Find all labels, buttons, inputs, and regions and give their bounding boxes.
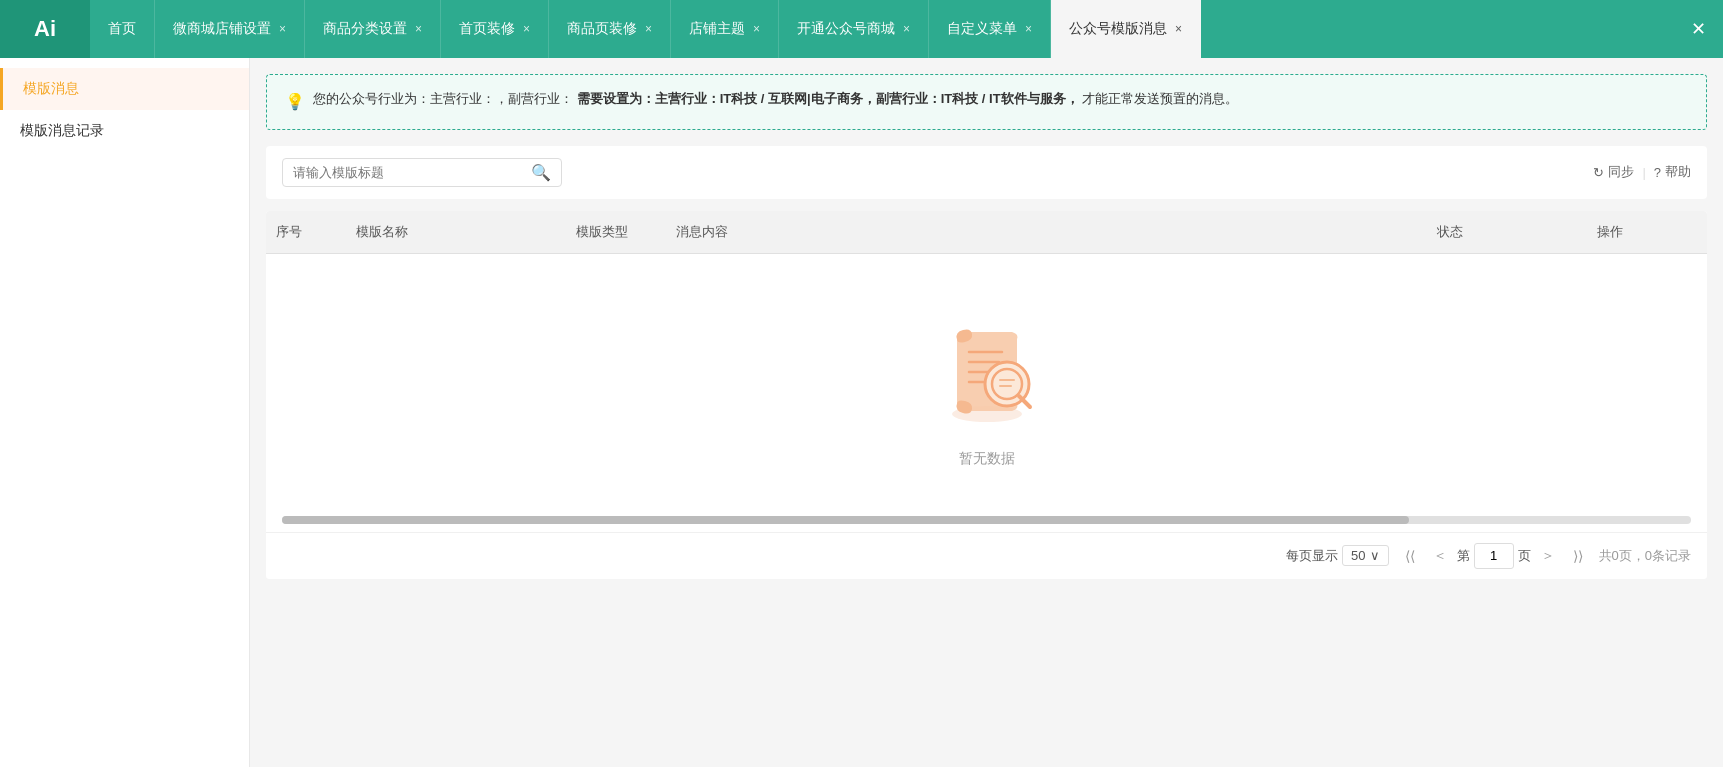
sidebar: 模版消息模版消息记录 [0, 58, 250, 767]
scrollbar-thumb[interactable] [282, 516, 1409, 524]
nav-tab-theme[interactable]: 店铺主题× [671, 0, 779, 58]
nav-tab-weshop[interactable]: 微商城店铺设置× [155, 0, 305, 58]
close-tab-icon[interactable]: × [753, 22, 760, 36]
close-all-button[interactable]: ✕ [1673, 0, 1723, 58]
nav-tab-homepage[interactable]: 首页装修× [441, 0, 549, 58]
sidebar-item-template-msg[interactable]: 模版消息 [0, 68, 249, 110]
col-header-name: 模版名称 [346, 211, 566, 253]
search-input-wrap[interactable]: 🔍 [282, 158, 562, 187]
logo: Ai [0, 0, 90, 58]
page-size-select: 每页显示 50 ∨ [1286, 545, 1388, 566]
search-bar: 🔍 ↻ 同步 | ? 帮助 [266, 146, 1707, 199]
next-page-button[interactable]: ＞ [1535, 543, 1561, 569]
page-size-label: 每页显示 [1286, 547, 1338, 565]
col-header-type: 模版类型 [566, 211, 666, 253]
sync-button[interactable]: ↻ 同步 [1593, 163, 1634, 181]
close-tab-icon[interactable]: × [645, 22, 652, 36]
main-layout: 模版消息模版消息记录 💡 您的公众号行业为：主营行业：，副营行业： 需要设置为：… [0, 58, 1723, 767]
page-unit: 页 [1518, 547, 1531, 565]
divider: | [1642, 165, 1645, 180]
search-button[interactable]: 🔍 [531, 163, 551, 182]
empty-text: 暂无数据 [959, 450, 1015, 468]
page-total: 共0页，0条记录 [1599, 547, 1691, 565]
col-header-status: 状态 [1427, 211, 1587, 253]
nav-tab-custom-menu[interactable]: 自定义菜单× [929, 0, 1051, 58]
nav-tab-productpage[interactable]: 商品页装修× [549, 0, 671, 58]
prev-page-button[interactable]: ＜ [1427, 543, 1453, 569]
nav-tab-template-msg[interactable]: 公众号模版消息× [1051, 0, 1201, 58]
sidebar-item-template-record[interactable]: 模版消息记录 [0, 110, 249, 152]
content-area: 💡 您的公众号行业为：主营行业：，副营行业： 需要设置为：主营行业：IT科技 /… [250, 58, 1723, 767]
nav-tabs: 首页微商城店铺设置×商品分类设置×首页装修×商品页装修×店铺主题×开通公众号商城… [90, 0, 1673, 58]
top-nav: Ai 首页微商城店铺设置×商品分类设置×首页装修×商品页装修×店铺主题×开通公众… [0, 0, 1723, 58]
empty-icon [927, 314, 1047, 434]
nav-tab-category[interactable]: 商品分类设置× [305, 0, 441, 58]
close-tab-icon[interactable]: × [1175, 22, 1182, 36]
scrollbar-wrap [266, 508, 1707, 532]
last-page-button[interactable]: ⟩⟩ [1565, 543, 1591, 569]
page-label: 第 [1457, 547, 1470, 565]
alert-text: 您的公众号行业为：主营行业：，副营行业： 需要设置为：主营行业：IT科技 / 互… [313, 89, 1238, 110]
alert-icon: 💡 [285, 89, 305, 115]
alert-box: 💡 您的公众号行业为：主营行业：，副营行业： 需要设置为：主营行业：IT科技 /… [266, 74, 1707, 130]
current-page-input[interactable] [1474, 543, 1514, 569]
close-tab-icon[interactable]: × [1025, 22, 1032, 36]
nav-tab-wechat-mall[interactable]: 开通公众号商城× [779, 0, 929, 58]
close-tab-icon[interactable]: × [523, 22, 530, 36]
dropdown-icon: ∨ [1370, 548, 1380, 563]
scrollbar-track[interactable] [282, 516, 1691, 524]
page-nav: ⟨⟨ ＜ 第 页 ＞ ⟩⟩ [1397, 543, 1591, 569]
table: 序号 模版名称 模版类型 消息内容 状态 操作 [266, 211, 1707, 579]
close-tab-icon[interactable]: × [279, 22, 286, 36]
table-header: 序号 模版名称 模版类型 消息内容 状态 操作 [266, 211, 1707, 254]
first-page-button[interactable]: ⟨⟨ [1397, 543, 1423, 569]
col-header-content: 消息内容 [666, 211, 1427, 253]
sync-icon: ↻ [1593, 165, 1604, 180]
col-header-no: 序号 [266, 211, 346, 253]
empty-state: 暂无数据 [266, 254, 1707, 508]
pagination: 每页显示 50 ∨ ⟨⟨ ＜ 第 页 ＞ ⟩⟩ 共0页，0条记录 [266, 532, 1707, 579]
close-tab-icon[interactable]: × [415, 22, 422, 36]
col-header-action: 操作 [1587, 211, 1707, 253]
help-icon: ? [1654, 165, 1661, 180]
nav-tab-home[interactable]: 首页 [90, 0, 155, 58]
page-size-dropdown[interactable]: 50 ∨ [1342, 545, 1388, 566]
sync-help-area: ↻ 同步 | ? 帮助 [1593, 163, 1691, 181]
help-button[interactable]: ? 帮助 [1654, 163, 1691, 181]
close-tab-icon[interactable]: × [903, 22, 910, 36]
search-input[interactable] [293, 165, 531, 180]
